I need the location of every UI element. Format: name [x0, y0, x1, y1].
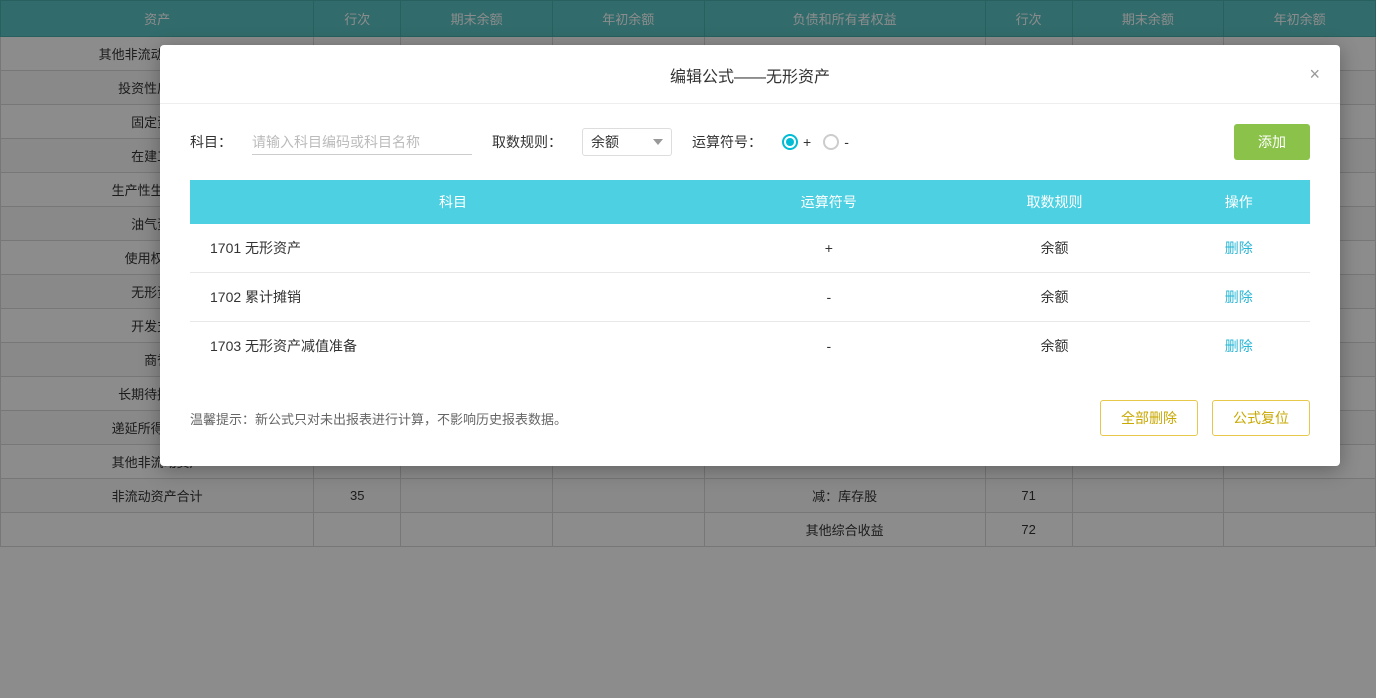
delete-all-button[interactable]: 全部删除 [1100, 400, 1198, 436]
formula-rule-cell: 余额 [942, 224, 1168, 273]
delete-row-link[interactable]: 删除 [1225, 338, 1253, 354]
table-row: 1703 无形资产减值准备-余额 删除 [190, 322, 1310, 371]
add-button[interactable]: 添加 [1234, 124, 1310, 160]
edit-formula-modal: 编辑公式——无形资产 × 科目： 取数规则： 余额 借方 贷方 借方累计 贷方累… [160, 45, 1340, 466]
formula-action-cell: 删除 [1167, 322, 1310, 371]
formula-table-head: 科目运算符号取数规则操作 [190, 180, 1310, 224]
rule-select-wrap: 余额 借方 贷方 借方累计 贷方累计 [582, 128, 672, 156]
radio-plus-label: + [803, 134, 811, 150]
delete-row-link[interactable]: 删除 [1225, 289, 1253, 305]
formula-subject-cell: 1703 无形资产减值准备 [190, 322, 716, 371]
formula-rule-cell: 余额 [942, 322, 1168, 371]
formula-rule-cell: 余额 [942, 273, 1168, 322]
subject-input[interactable] [252, 130, 472, 155]
table-row: 1702 累计摊销-余额 删除 [190, 273, 1310, 322]
formula-header-cell: 取数规则 [942, 180, 1168, 224]
formula-operator-cell: + [716, 224, 942, 273]
radio-plus[interactable]: + [782, 134, 811, 150]
radio-minus-indicator [823, 134, 839, 150]
modal-title: 编辑公式——无形资产 [670, 63, 830, 87]
formula-operator-cell: - [716, 322, 942, 371]
operator-radio-group: + - [782, 134, 849, 150]
formula-action-cell: 删除 [1167, 273, 1310, 322]
radio-minus-label: - [844, 134, 849, 150]
formula-table: 科目运算符号取数规则操作 1701 无形资产+余额删除1702 累计摊销-余额删… [190, 180, 1310, 370]
modal-header: 编辑公式——无形资产 × [160, 45, 1340, 104]
formula-action-cell: 删除 [1167, 224, 1310, 273]
data-table-wrap: 科目运算符号取数规则操作 1701 无形资产+余额删除1702 累计摊销-余额删… [160, 180, 1340, 370]
rule-label: 取数规则： [492, 132, 562, 152]
subject-label: 科目： [190, 132, 232, 152]
formula-operator-cell: - [716, 273, 942, 322]
footer-buttons: 全部删除 公式复位 [1100, 400, 1310, 436]
reset-button[interactable]: 公式复位 [1212, 400, 1310, 436]
form-row: 科目： 取数规则： 余额 借方 贷方 借方累计 贷方累计 运算符号： + - 添… [160, 104, 1340, 180]
rule-select[interactable]: 余额 借方 贷方 借方累计 贷方累计 [582, 128, 672, 156]
delete-row-link[interactable]: 删除 [1225, 240, 1253, 256]
modal-close-button[interactable]: × [1309, 65, 1320, 83]
formula-header-row: 科目运算符号取数规则操作 [190, 180, 1310, 224]
formula-header-cell: 操作 [1167, 180, 1310, 224]
table-row: 1701 无形资产+余额 删除 [190, 224, 1310, 273]
operator-label: 运算符号： [692, 132, 762, 152]
footer-tip: 温馨提示：新公式只对未出报表进行计算，不影响历史报表数据。 [190, 409, 567, 428]
formula-header-cell: 科目 [190, 180, 716, 224]
formula-header-cell: 运算符号 [716, 180, 942, 224]
modal-footer: 温馨提示：新公式只对未出报表进行计算，不影响历史报表数据。 全部删除 公式复位 [160, 390, 1340, 436]
radio-plus-indicator [782, 134, 798, 150]
formula-table-body: 1701 无形资产+余额删除1702 累计摊销-余额删除1703 无形资产减值准… [190, 224, 1310, 370]
radio-minus[interactable]: - [823, 134, 849, 150]
formula-subject-cell: 1702 累计摊销 [190, 273, 716, 322]
formula-subject-cell: 1701 无形资产 [190, 224, 716, 273]
